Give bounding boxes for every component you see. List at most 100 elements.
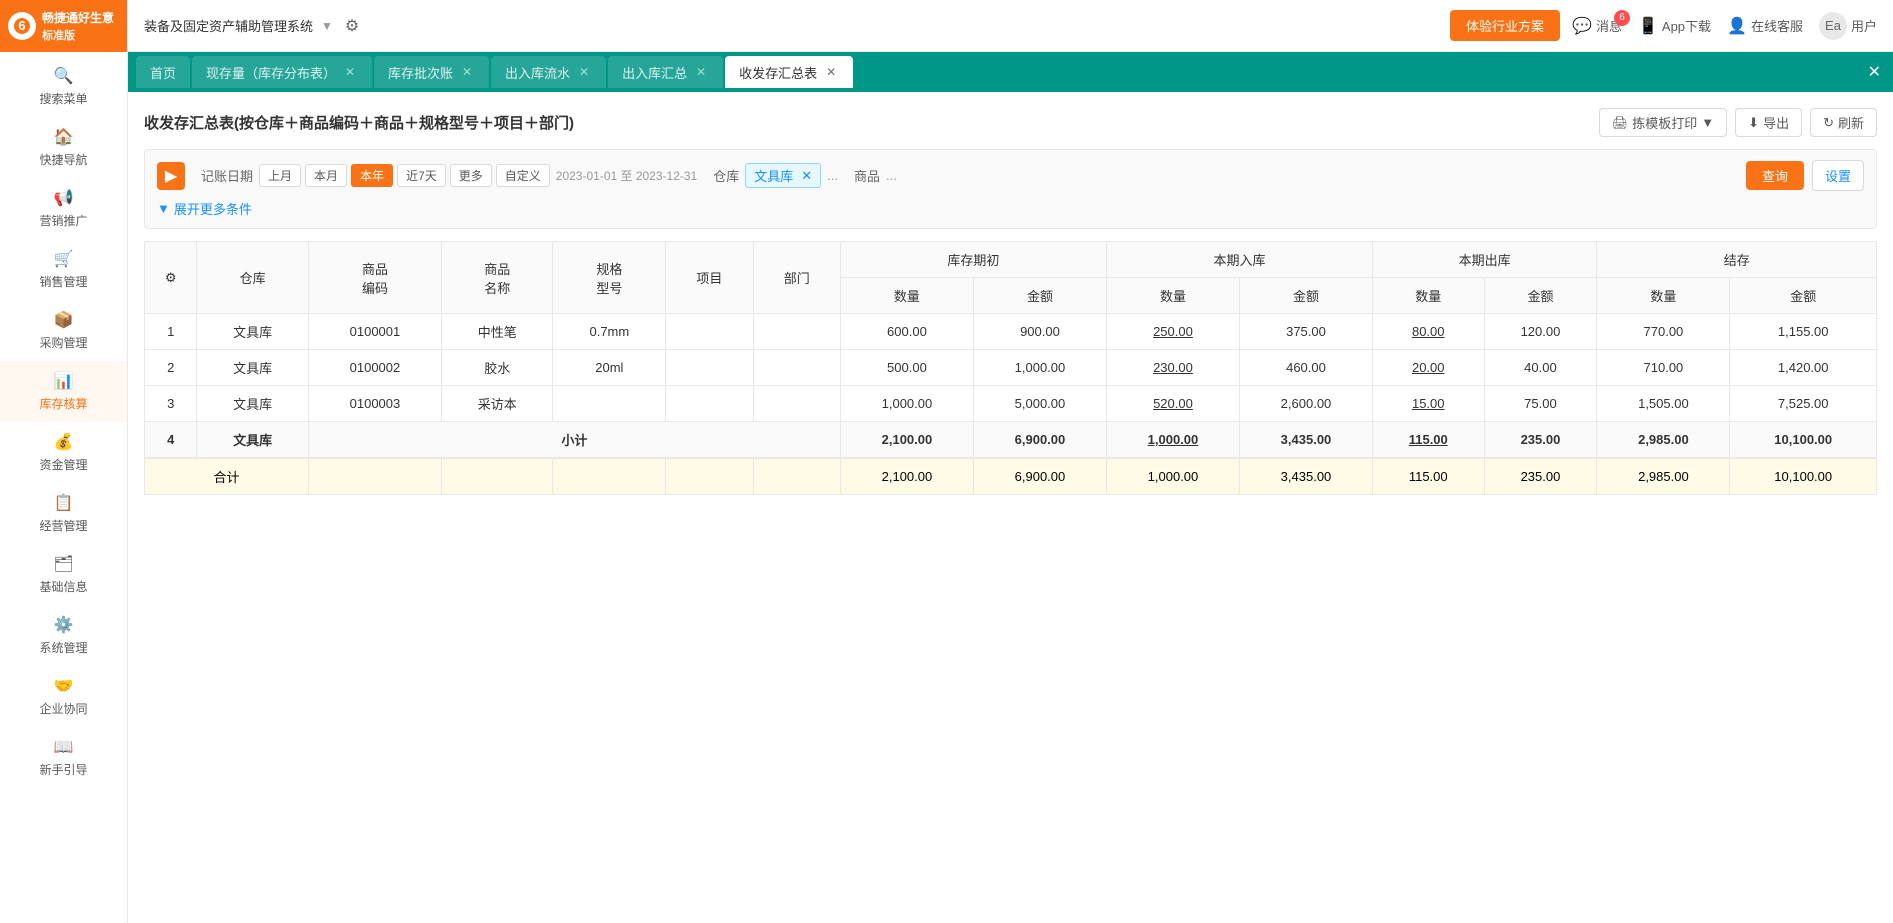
row-in-qty[interactable]: 250.00 — [1106, 314, 1239, 350]
date-btn-this-month[interactable]: 本月 — [305, 164, 347, 187]
tab-inventory-distribution[interactable]: 现存量（库存分布表） ✕ — [192, 56, 372, 88]
row-product-code: 0100001 — [308, 314, 441, 350]
date-btn-custom[interactable]: 自定义 — [496, 164, 550, 187]
subtotal-balance-amt: 10,100.00 — [1730, 422, 1877, 459]
refresh-button[interactable]: ↻ 刷新 — [1810, 108, 1877, 137]
sidebar-item-purchase[interactable]: 📦 采购管理 — [0, 300, 127, 361]
settings-gear-icon[interactable]: ⚙ — [345, 16, 359, 36]
tab-close-icon[interactable]: ✕ — [823, 64, 839, 80]
tab-close-icon[interactable]: ✕ — [693, 64, 709, 80]
total-out-amt: 235.00 — [1484, 458, 1597, 495]
sidebar-item-enterprise[interactable]: 🤝 企业协同 — [0, 666, 127, 727]
tab-inventory-distribution-label: 现存量（库存分布表） — [206, 63, 336, 82]
print-button[interactable]: 🖨 拣模板打印 ▼ — [1599, 108, 1727, 137]
warehouse-remove-icon[interactable]: ✕ — [801, 168, 812, 184]
row-out-qty[interactable]: 20.00 — [1372, 350, 1484, 386]
row-seq: 1 — [145, 314, 197, 350]
message-action[interactable]: 💬 6 消息 — [1572, 16, 1622, 36]
filter-settings-button[interactable]: 设置 — [1812, 160, 1864, 191]
sidebar-item-search[interactable]: 🔍 搜索菜单 — [0, 56, 127, 117]
warehouse-tag-text: 文具库 — [754, 166, 793, 185]
row-in-qty[interactable]: 230.00 — [1106, 350, 1239, 386]
row-out-qty[interactable]: 80.00 — [1372, 314, 1484, 350]
product-more[interactable]: ... — [886, 168, 897, 183]
date-buttons: 上月 本月 本年 近7天 更多 自定义 — [259, 164, 550, 187]
sidebar-item-label: 资金管理 — [39, 456, 87, 473]
tab-in-out-summary-label: 出入库汇总 — [622, 63, 687, 82]
col-opening-amt-header: 金额 — [973, 278, 1106, 314]
tab-batch-account[interactable]: 库存批次账 ✕ — [374, 56, 489, 88]
expand-icon: ▼ — [157, 201, 170, 216]
col-warehouse-header: 仓库 — [197, 242, 308, 314]
row-balance-amt: 1,420.00 — [1730, 350, 1877, 386]
purchase-icon: 📦 — [54, 310, 74, 330]
tab-in-out-flow[interactable]: 出入库流水 ✕ — [491, 56, 606, 88]
sidebar-item-quick-nav[interactable]: 🏠 快捷导航 — [0, 117, 127, 178]
app-download-action[interactable]: 📱 App下载 — [1638, 16, 1711, 36]
sidebar-item-label: 基础信息 — [39, 578, 87, 595]
filter-toggle-button[interactable]: ▶ — [157, 162, 185, 190]
download-icon: 📱 — [1638, 16, 1658, 36]
row-spec — [553, 386, 666, 422]
date-btn-7days[interactable]: 近7天 — [397, 164, 446, 187]
subtotal-opening-amt: 6,900.00 — [973, 422, 1106, 459]
row-out-amt: 75.00 — [1484, 386, 1597, 422]
table-row: 1 文具库 0100001 中性笔 0.7mm 600.00 900.00 25… — [145, 314, 1877, 350]
row-warehouse: 文具库 — [197, 314, 308, 350]
dropdown-icon[interactable]: ▼ — [321, 19, 333, 33]
sidebar-item-basic-info[interactable]: 🗂 基础信息 — [0, 544, 127, 605]
sidebar-item-guide[interactable]: 📖 新手引导 — [0, 727, 127, 788]
col-settings[interactable]: ⚙ — [145, 242, 197, 314]
subtotal-row: 4 文具库 小计 2,100.00 6,900.00 1,000.00 3,43… — [145, 422, 1877, 459]
user-label: 用户 — [1851, 16, 1877, 35]
col-out-qty-header: 数量 — [1372, 278, 1484, 314]
row-opening-amt: 900.00 — [973, 314, 1106, 350]
page-actions: 🖨 拣模板打印 ▼ ⬇ 导出 ↻ 刷新 — [1599, 108, 1877, 137]
sidebar-item-system[interactable]: ⚙️ 系统管理 — [0, 605, 127, 666]
sidebar-item-sales[interactable]: 🛒 销售管理 — [0, 239, 127, 300]
row-opening-qty: 1,000.00 — [840, 386, 973, 422]
col-project-header: 项目 — [666, 242, 753, 314]
col-in-header: 本期入库 — [1106, 242, 1372, 278]
row-out-qty[interactable]: 15.00 — [1372, 386, 1484, 422]
sidebar-item-label: 营销推广 — [39, 212, 87, 229]
query-button[interactable]: 查询 — [1746, 161, 1804, 190]
tab-collect-summary-label: 收发存汇总表 — [739, 63, 817, 82]
sidebar-item-marketing[interactable]: 📢 营销推广 — [0, 178, 127, 239]
tab-in-out-summary[interactable]: 出入库汇总 ✕ — [608, 56, 723, 88]
data-table-container: ⚙ 仓库 商品编码 商品名称 规格型号 项目 部门 库存期初 本期入库 本期出库… — [144, 241, 1877, 907]
online-service-action[interactable]: 👤 在线客服 — [1727, 16, 1803, 36]
print-icon: 🖨 — [1612, 115, 1629, 131]
tab-close-icon[interactable]: ✕ — [576, 64, 592, 80]
date-btn-last-month[interactable]: 上月 — [259, 164, 301, 187]
tab-bar-close-icon[interactable]: ✕ — [1864, 58, 1885, 86]
tab-close-icon[interactable]: ✕ — [342, 64, 358, 80]
date-btn-this-year[interactable]: 本年 — [351, 164, 393, 187]
sidebar-item-label: 经营管理 — [39, 517, 87, 534]
date-btn-more[interactable]: 更多 — [450, 164, 492, 187]
subtotal-in-qty[interactable]: 1,000.00 — [1106, 422, 1239, 459]
row-dept — [753, 350, 840, 386]
data-table: ⚙ 仓库 商品编码 商品名称 规格型号 项目 部门 库存期初 本期入库 本期出库… — [144, 241, 1877, 495]
tab-close-icon[interactable]: ✕ — [459, 64, 475, 80]
experience-button[interactable]: 体验行业方案 — [1450, 10, 1560, 41]
subtotal-out-qty[interactable]: 115.00 — [1372, 422, 1484, 459]
avatar: Ea — [1819, 12, 1847, 40]
export-button[interactable]: ⬇ 导出 — [1735, 108, 1802, 137]
row-balance-amt: 1,155.00 — [1730, 314, 1877, 350]
warehouse-more[interactable]: ... — [827, 168, 838, 183]
user-action[interactable]: Ea 用户 — [1819, 12, 1877, 40]
row-out-amt: 120.00 — [1484, 314, 1597, 350]
tab-collect-summary[interactable]: 收发存汇总表 ✕ — [725, 56, 853, 88]
warehouse-tag[interactable]: 文具库 ✕ — [745, 163, 821, 188]
top-header: 装备及固定资产辅助管理系统 ▼ ⚙ 体验行业方案 💬 6 消息 📱 App下载 … — [128, 0, 1893, 52]
row-in-qty[interactable]: 520.00 — [1106, 386, 1239, 422]
sidebar-item-capital[interactable]: 💰 资金管理 — [0, 422, 127, 483]
sidebar-item-inventory[interactable]: 📊 库存核算 — [0, 361, 127, 422]
sidebar-item-operations[interactable]: 📋 经营管理 — [0, 483, 127, 544]
total-balance-qty: 2,985.00 — [1597, 458, 1730, 495]
table-row: 2 文具库 0100002 胶水 20ml 500.00 1,000.00 23… — [145, 350, 1877, 386]
expand-filter-button[interactable]: ▼ 展开更多条件 — [157, 199, 1864, 218]
tab-home[interactable]: 首页 — [136, 56, 190, 88]
subtotal-label: 小计 — [308, 422, 840, 459]
